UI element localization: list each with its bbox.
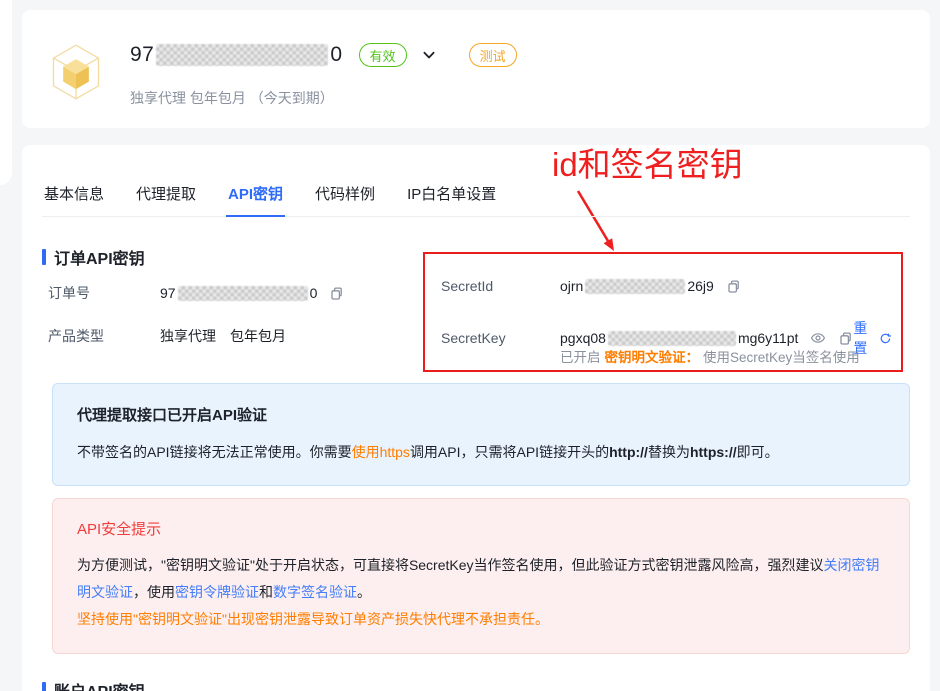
plaintext-verification-highlight: 密钥明文验证：: [605, 350, 700, 365]
key-token-verification-link[interactable]: 密钥令牌验证: [175, 584, 259, 600]
product-type-value: 独享代理 包年包月: [160, 326, 286, 346]
order-number: 970: [130, 43, 343, 67]
tab-bar: 基本信息 代理提取 API密钥 代码样例 IP白名单设置: [42, 185, 910, 217]
redacted-order-number: [156, 44, 328, 66]
refresh-icon: [879, 331, 891, 346]
product-cube-icon: [48, 42, 104, 102]
annotation-text: id和签名密钥: [552, 145, 743, 185]
info-box-body: 不带签名的API链接将无法正常使用。你需要使用https调用API，只需将API…: [77, 442, 885, 463]
left-edge-strip: [0, 0, 12, 185]
plaintext-verification-note: 已开启密钥明文验证：使用SecretKey当签名使用: [560, 346, 860, 366]
order-api-key-section-title: 订单API密钥: [42, 245, 145, 269]
order-header-card: 970 有效 测试 独享代理 包年包月 （今天到期）: [22, 10, 930, 128]
chevron-down-icon[interactable]: [421, 47, 437, 63]
warning-box-disclaimer: 坚持使用"密钥明文验证"出现密钥泄露导致订单资产损失快代理不承担责任。: [77, 606, 885, 633]
order-title-row: 970 有效 测试: [130, 43, 517, 67]
test-badge: 测试: [469, 43, 517, 67]
status-badge: 有效: [359, 43, 407, 67]
api-security-warning-box: API安全提示 为方便测试，"密钥明文验证"处于开启状态，可直接将SecretK…: [52, 498, 910, 654]
redacted-order-no: [178, 286, 308, 301]
order-number-value: 970: [160, 285, 317, 301]
warning-box-title: API安全提示: [77, 518, 885, 539]
secret-key-value: pgxq08mg6y11pt: [560, 330, 798, 346]
show-secret-key-button[interactable]: [810, 330, 826, 346]
section-title-bar: [42, 249, 46, 265]
warning-box-paragraph: 为方便测试，"密钥明文验证"处于开启状态，可直接将SecretKey当作签名使用…: [77, 552, 885, 606]
info-box-title: 代理提取接口已开启API验证: [77, 404, 885, 425]
use-https-highlight: 使用https: [352, 444, 410, 460]
tab-basic-info[interactable]: 基本信息: [42, 185, 106, 216]
copy-secret-id-button[interactable]: [726, 279, 741, 294]
copy-order-number-button[interactable]: [329, 286, 344, 301]
section-title-bar: [42, 682, 46, 691]
page: 970 有效 测试 独享代理 包年包月 （今天到期） id和签名密钥 基本信息 …: [0, 0, 940, 691]
tab-code-sample[interactable]: 代码样例: [313, 185, 377, 216]
product-type-row: 产品类型 独享代理 包年包月: [48, 326, 286, 346]
secret-id-row: SecretId ojrn26j9: [441, 278, 891, 294]
digital-signature-verification-link[interactable]: 数字签名验证: [273, 584, 357, 600]
secret-id-label: SecretId: [441, 278, 560, 294]
tab-api-key[interactable]: API密钥: [226, 185, 285, 217]
tab-ip-whitelist[interactable]: IP白名单设置: [405, 185, 498, 216]
secret-id-value: ojrn26j9: [560, 278, 714, 294]
copy-secret-key-button[interactable]: [838, 331, 853, 346]
api-key-card: id和签名密钥 基本信息 代理提取 API密钥 代码样例 IP白名单设置 订单A…: [22, 145, 930, 691]
redacted-secret-id: [585, 279, 685, 294]
secret-key-label: SecretKey: [441, 330, 560, 346]
api-verification-info-box: 代理提取接口已开启API验证 不带签名的API链接将无法正常使用。你需要使用ht…: [52, 383, 910, 486]
product-type-label: 产品类型: [48, 326, 160, 346]
order-number-label: 订单号: [48, 283, 160, 303]
redacted-secret-key: [608, 331, 736, 346]
secret-key-highlight-box: SecretId ojrn26j9 SecretKey pgxq08mg6y11…: [423, 252, 903, 372]
order-number-row: 订单号 970: [48, 283, 344, 303]
tab-proxy-extract[interactable]: 代理提取: [134, 185, 198, 216]
account-api-key-section-title: 账户API密钥: [42, 678, 145, 691]
order-subtitle: 独享代理 包年包月 （今天到期）: [130, 88, 334, 108]
